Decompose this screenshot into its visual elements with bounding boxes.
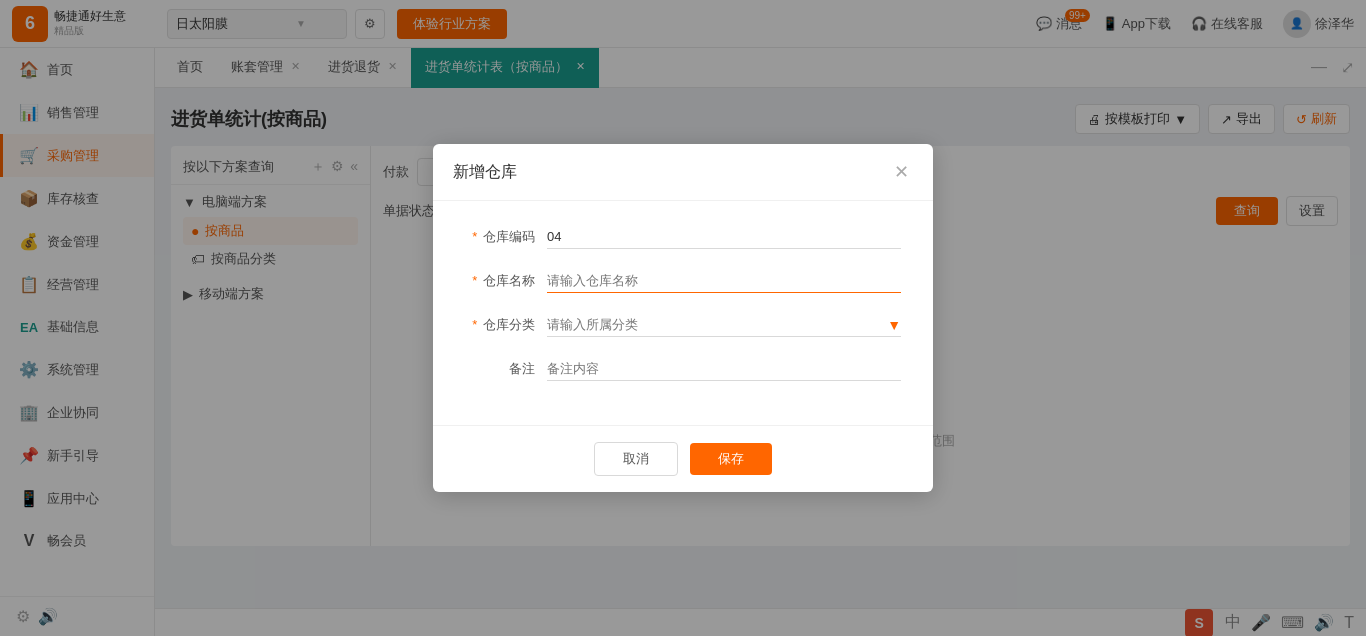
notes-input[interactable] [547, 357, 901, 381]
warehouse-cat-wrap: ▼ [547, 313, 901, 337]
modal-body: * 仓库编码 * 仓库名称 * 仓库分类 [433, 201, 933, 425]
required-indicator-name: * [472, 273, 477, 288]
warehouse-name-input[interactable] [547, 269, 901, 293]
cancel-button[interactable]: 取消 [594, 442, 678, 476]
modal-footer: 取消 保存 [433, 425, 933, 492]
required-indicator-cat: * [472, 317, 477, 332]
warehouse-cat-label: * 仓库分类 [465, 316, 535, 334]
modal-overlay[interactable]: 新增仓库 ✕ * 仓库编码 * 仓库名称 [0, 0, 1366, 636]
warehouse-name-label: * 仓库名称 [465, 272, 535, 290]
required-indicator: * [472, 229, 477, 244]
modal-title: 新增仓库 [453, 162, 517, 183]
modal-header: 新增仓库 ✕ [433, 144, 933, 201]
warehouse-cat-input[interactable] [547, 313, 887, 336]
warehouse-code-label: * 仓库编码 [465, 228, 535, 246]
form-row-name: * 仓库名称 [465, 269, 901, 293]
modal-new-warehouse: 新增仓库 ✕ * 仓库编码 * 仓库名称 [433, 144, 933, 492]
form-row-code: * 仓库编码 [465, 225, 901, 249]
form-row-notes: 备注 [465, 357, 901, 381]
notes-label: 备注 [465, 360, 535, 378]
warehouse-cat-dropdown-arrow[interactable]: ▼ [887, 317, 901, 333]
modal-close-button[interactable]: ✕ [889, 160, 913, 184]
warehouse-code-input[interactable] [547, 225, 901, 249]
save-button[interactable]: 保存 [690, 443, 772, 475]
form-row-category: * 仓库分类 ▼ [465, 313, 901, 337]
